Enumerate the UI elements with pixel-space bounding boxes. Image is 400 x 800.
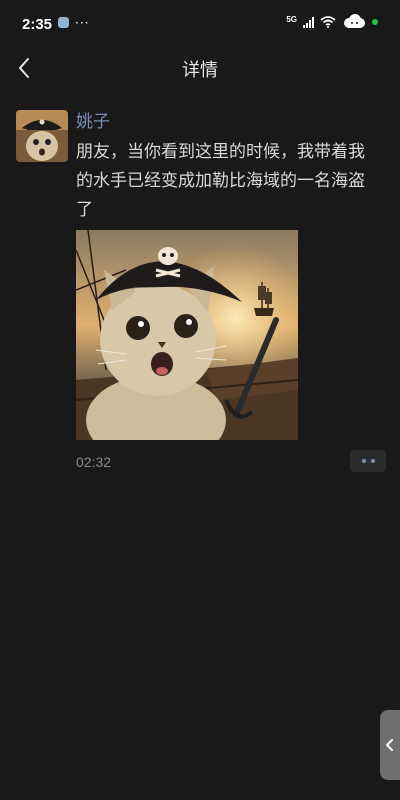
status-bar: 2:35 ··· 5G — [0, 0, 400, 48]
post-text: 朋友，当你看到这里的时候，我带着我的水手已经变成加勒比海域的一名海盗了 — [76, 142, 365, 220]
cloud-icon — [342, 14, 366, 30]
page-title: 详情 — [182, 60, 218, 81]
more-dots-icon — [361, 459, 366, 463]
message-icon — [58, 17, 69, 28]
avatar[interactable] — [16, 110, 68, 162]
more-actions-button[interactable] — [350, 450, 386, 472]
nav-bar: 详情 — [0, 48, 400, 88]
author-name[interactable]: 姚子 — [76, 110, 388, 134]
signal-icon — [303, 16, 314, 28]
post-time: 02:32 — [76, 454, 112, 470]
wifi-icon — [320, 16, 336, 28]
status-right-icons: 5G — [286, 14, 378, 30]
post-body: 姚子 朋友，当你看到这里的时候，我带着我的水手已经变成加勒比海域的一名海盗了 — [76, 110, 388, 225]
status-time: 2:35 — [22, 16, 53, 33]
network-label: 5G — [286, 14, 297, 24]
chevron-left-icon — [386, 739, 393, 751]
status-left-icons: ··· — [58, 15, 90, 30]
post-image[interactable] — [76, 230, 298, 440]
overflow-dots-icon: ··· — [75, 15, 90, 30]
side-drawer-handle[interactable] — [380, 710, 400, 780]
green-dot — [372, 19, 378, 25]
